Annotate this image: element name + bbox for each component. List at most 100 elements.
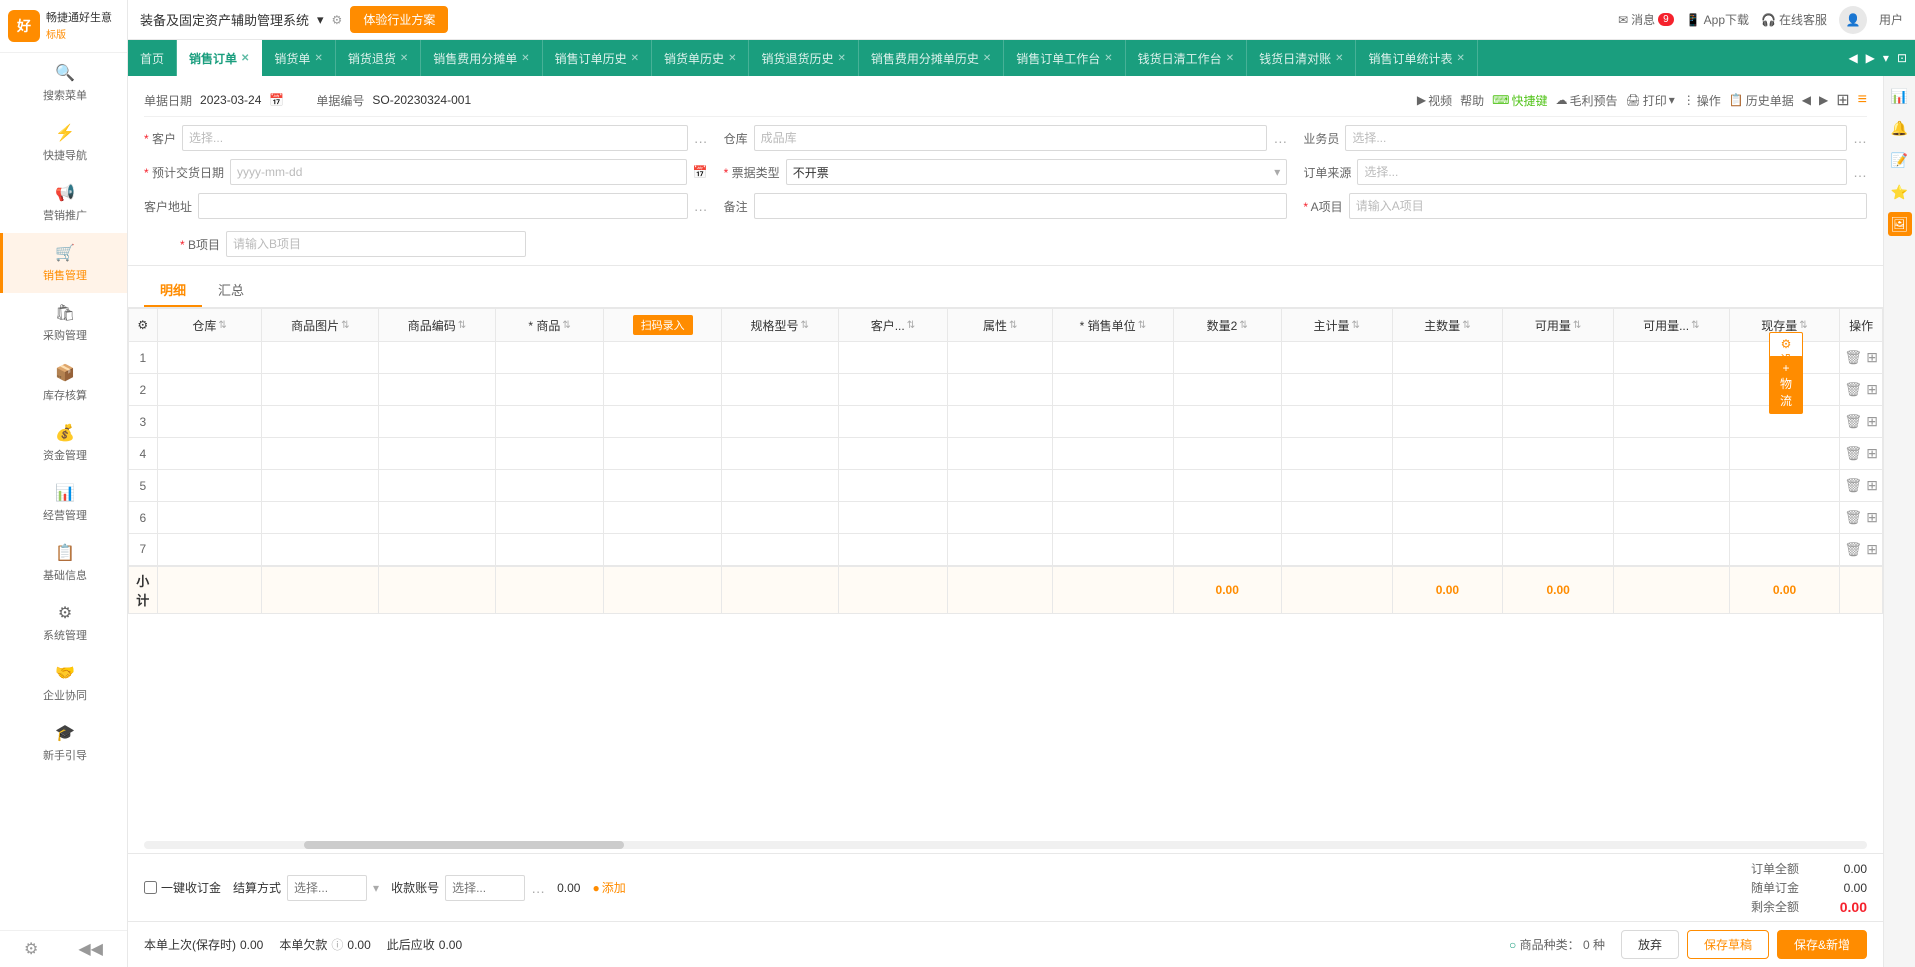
- cell-input[interactable]: [1286, 383, 1388, 397]
- cell-input[interactable]: [1618, 415, 1725, 429]
- cell-main_qty[interactable]: [1392, 470, 1503, 502]
- cell-input[interactable]: [1057, 351, 1169, 365]
- tab-close-icon[interactable]: ✕: [1226, 53, 1234, 64]
- cell-input[interactable]: [1057, 511, 1169, 525]
- cell-input[interactable]: [1178, 351, 1277, 365]
- sidebar-settings-icon[interactable]: ⚙: [24, 939, 38, 959]
- app-download-btn[interactable]: 📱 App下载: [1686, 11, 1749, 28]
- cell-main_unit[interactable]: [1281, 534, 1392, 566]
- cell-settings[interactable]: 1: [129, 342, 158, 374]
- tab-销售订单统计表[interactable]: 销售订单统计表✕: [1356, 40, 1477, 76]
- cell-main_qty[interactable]: [1392, 534, 1503, 566]
- cell-input[interactable]: [500, 351, 600, 365]
- cell-input[interactable]: [383, 383, 491, 397]
- cell-spec[interactable]: [721, 470, 838, 502]
- delivery-calendar-icon[interactable]: 📅: [693, 165, 708, 179]
- cell-input[interactable]: [162, 479, 258, 493]
- sort-icon[interactable]: ⇅: [1691, 320, 1699, 331]
- cell-input[interactable]: [1507, 511, 1609, 525]
- cell-warehouse[interactable]: [157, 406, 262, 438]
- cell-customer_code[interactable]: [838, 502, 948, 534]
- tab-close-icon[interactable]: ✕: [728, 53, 736, 64]
- cell-input[interactable]: [1178, 479, 1277, 493]
- cell-input[interactable]: [1618, 383, 1725, 397]
- cell-input[interactable]: [726, 479, 834, 493]
- cell-spec[interactable]: [721, 502, 838, 534]
- sidebar-item-系统管理[interactable]: ⚙系统管理: [0, 593, 127, 653]
- cell-image[interactable]: [262, 406, 379, 438]
- cell-product[interactable]: [495, 470, 604, 502]
- cell-warehouse[interactable]: [157, 342, 262, 374]
- cell-input[interactable]: [843, 447, 944, 461]
- cell-product[interactable]: [495, 534, 604, 566]
- cell-input[interactable]: [1057, 447, 1169, 461]
- cell-current_stock[interactable]: [1729, 438, 1840, 470]
- cell-scan[interactable]: [604, 374, 721, 406]
- cell-input[interactable]: [500, 479, 600, 493]
- copy-row-icon[interactable]: ⊞: [1866, 509, 1878, 526]
- cell-available2[interactable]: [1613, 374, 1729, 406]
- cell-settings[interactable]: 6: [129, 502, 158, 534]
- cell-attribute[interactable]: [948, 502, 1053, 534]
- user-label[interactable]: 用户: [1879, 11, 1903, 28]
- cell-input[interactable]: [1618, 542, 1725, 556]
- cell-input[interactable]: [1618, 511, 1725, 525]
- cell-input[interactable]: [1734, 542, 1836, 556]
- cell-code[interactable]: [379, 438, 496, 470]
- cell-input[interactable]: [162, 511, 258, 525]
- detail-tab-明细[interactable]: 明细: [144, 274, 202, 307]
- delete-row-icon[interactable]: 🗑: [1844, 541, 1862, 558]
- cell-attribute[interactable]: [948, 374, 1053, 406]
- add-payment-btn[interactable]: ● 添加: [592, 879, 625, 896]
- cell-customer_code[interactable]: [838, 406, 948, 438]
- delete-row-icon[interactable]: 🗑: [1844, 381, 1862, 398]
- tab-销货退货历史[interactable]: 销货退货历史✕: [749, 40, 858, 76]
- online-support-btn[interactable]: 🎧 在线客服: [1761, 11, 1827, 28]
- cell-scan[interactable]: [604, 406, 721, 438]
- cell-available2[interactable]: [1613, 502, 1729, 534]
- cell-input[interactable]: [383, 479, 491, 493]
- a-project-input[interactable]: [1349, 193, 1867, 219]
- cell-input[interactable]: [266, 447, 374, 461]
- cell-input[interactable]: [608, 351, 716, 365]
- tab-prev-icon[interactable]: ◀: [1846, 49, 1859, 67]
- cell-input[interactable]: [266, 383, 374, 397]
- cell-input[interactable]: [843, 415, 944, 429]
- cell-available[interactable]: [1503, 470, 1614, 502]
- cell-input[interactable]: [843, 542, 944, 556]
- cell-input[interactable]: [952, 383, 1048, 397]
- cell-input[interactable]: [1286, 415, 1388, 429]
- user-avatar[interactable]: 👤: [1839, 6, 1867, 34]
- cell-input[interactable]: [1178, 447, 1277, 461]
- cell-warehouse[interactable]: [157, 470, 262, 502]
- cell-code[interactable]: [379, 534, 496, 566]
- cell-image[interactable]: [262, 374, 379, 406]
- cell-input[interactable]: [1397, 479, 1499, 493]
- sidebar-item-基础信息[interactable]: 📋基础信息: [0, 533, 127, 593]
- cell-input[interactable]: [1178, 383, 1277, 397]
- cell-input[interactable]: [162, 415, 258, 429]
- sort-icon[interactable]: ⇅: [1239, 320, 1247, 331]
- cell-input[interactable]: [1734, 479, 1836, 493]
- cell-input[interactable]: [608, 511, 716, 525]
- cell-code[interactable]: [379, 502, 496, 534]
- delete-row-icon[interactable]: 🗑: [1844, 445, 1862, 462]
- account-input[interactable]: [445, 875, 525, 901]
- cell-customer_code[interactable]: [838, 342, 948, 374]
- cell-available[interactable]: [1503, 438, 1614, 470]
- cell-input[interactable]: [843, 383, 944, 397]
- print-btn[interactable]: 🖨 打印 ▾: [1626, 92, 1675, 109]
- help-btn[interactable]: 帮助: [1460, 92, 1484, 109]
- cell-code[interactable]: [379, 406, 496, 438]
- cell-main_unit[interactable]: [1281, 438, 1392, 470]
- cell-main_unit[interactable]: [1281, 406, 1392, 438]
- cell-attribute[interactable]: [948, 438, 1053, 470]
- cell-current_stock[interactable]: [1729, 502, 1840, 534]
- cell-main_unit[interactable]: [1281, 502, 1392, 534]
- sort-icon[interactable]: ⇅: [218, 320, 226, 331]
- cell-sales_unit[interactable]: [1053, 502, 1174, 534]
- cell-image[interactable]: [262, 502, 379, 534]
- cell-image[interactable]: [262, 342, 379, 374]
- cell-warehouse[interactable]: [157, 438, 262, 470]
- list-view-icon[interactable]: ≡: [1858, 91, 1867, 109]
